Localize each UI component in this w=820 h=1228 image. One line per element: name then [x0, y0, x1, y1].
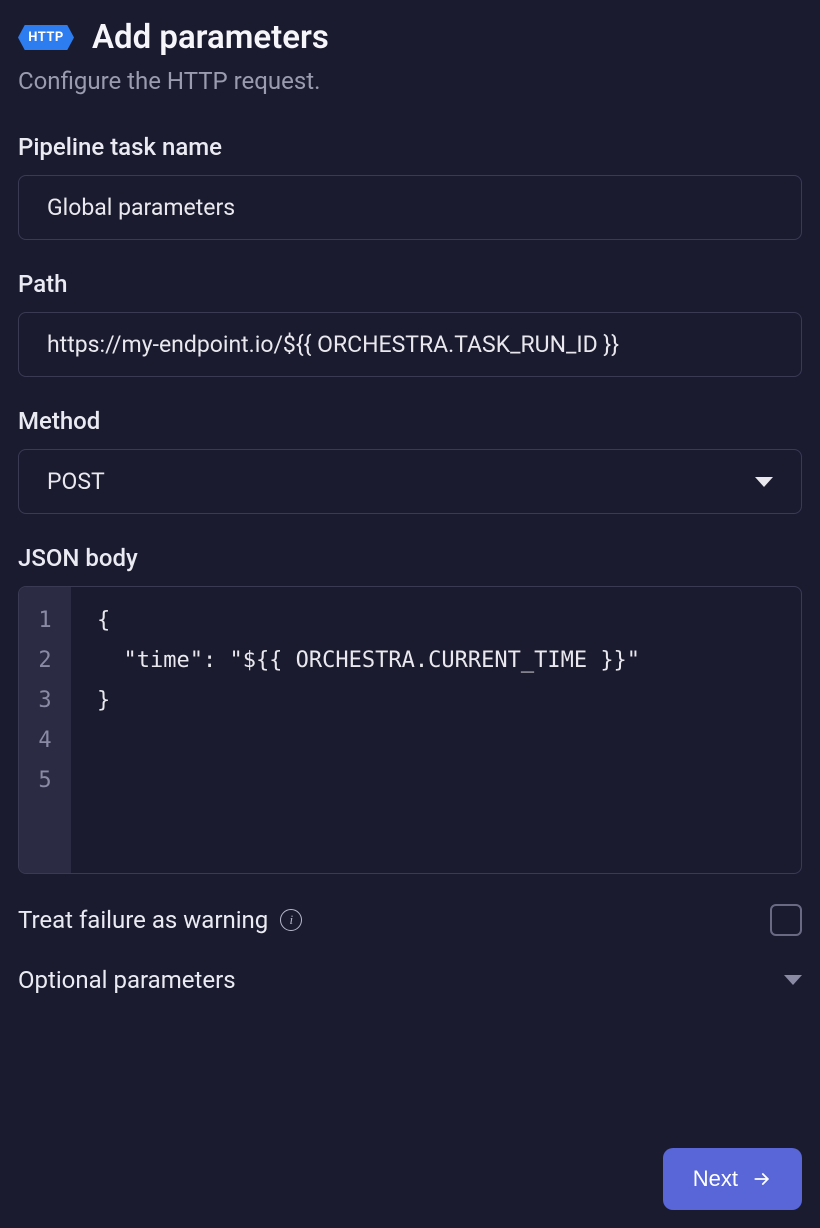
optional-parameters-toggle[interactable]: Optional parameters — [18, 966, 802, 994]
line-number: 4 — [19, 721, 71, 761]
method-label: Method — [18, 407, 802, 435]
line-number: 5 — [19, 761, 71, 801]
json-body-label: JSON body — [18, 544, 802, 572]
code-line: } — [97, 681, 775, 721]
task-name-input[interactable] — [18, 175, 802, 240]
treat-failure-row: Treat failure as warning i — [18, 904, 802, 936]
task-name-label: Pipeline task name — [18, 133, 802, 161]
method-select-value: POST — [47, 468, 105, 495]
treat-failure-label: Treat failure as warning — [18, 906, 268, 934]
arrow-right-icon — [752, 1169, 772, 1189]
panel: HTTP Add parameters Configure the HTTP r… — [0, 0, 820, 1228]
header: HTTP Add parameters — [18, 18, 802, 57]
code-gutter: 1 2 3 4 5 — [19, 587, 71, 873]
code-body[interactable]: { "time": "${{ ORCHESTRA.CURRENT_TIME }}… — [71, 587, 801, 873]
page-title: Add parameters — [92, 18, 329, 57]
next-button[interactable]: Next — [663, 1148, 802, 1210]
line-number: 3 — [19, 681, 71, 721]
code-line: { — [97, 601, 775, 641]
path-label: Path — [18, 270, 802, 298]
method-select[interactable]: POST — [18, 449, 802, 514]
page-subtitle: Configure the HTTP request. — [18, 67, 802, 95]
footer: Next — [663, 1148, 802, 1210]
http-badge-icon: HTTP — [18, 25, 74, 50]
next-button-label: Next — [693, 1166, 738, 1192]
treat-failure-checkbox[interactable] — [770, 904, 802, 936]
line-number: 2 — [19, 641, 71, 681]
path-input[interactable] — [18, 312, 802, 377]
json-body-editor[interactable]: 1 2 3 4 5 { "time": "${{ ORCHESTRA.CURRE… — [18, 586, 802, 874]
chevron-down-icon — [755, 477, 773, 487]
code-line: "time": "${{ ORCHESTRA.CURRENT_TIME }}" — [97, 641, 775, 681]
line-number: 1 — [19, 601, 71, 641]
optional-parameters-label: Optional parameters — [18, 966, 236, 994]
chevron-down-icon — [784, 975, 802, 985]
info-icon[interactable]: i — [280, 909, 302, 931]
